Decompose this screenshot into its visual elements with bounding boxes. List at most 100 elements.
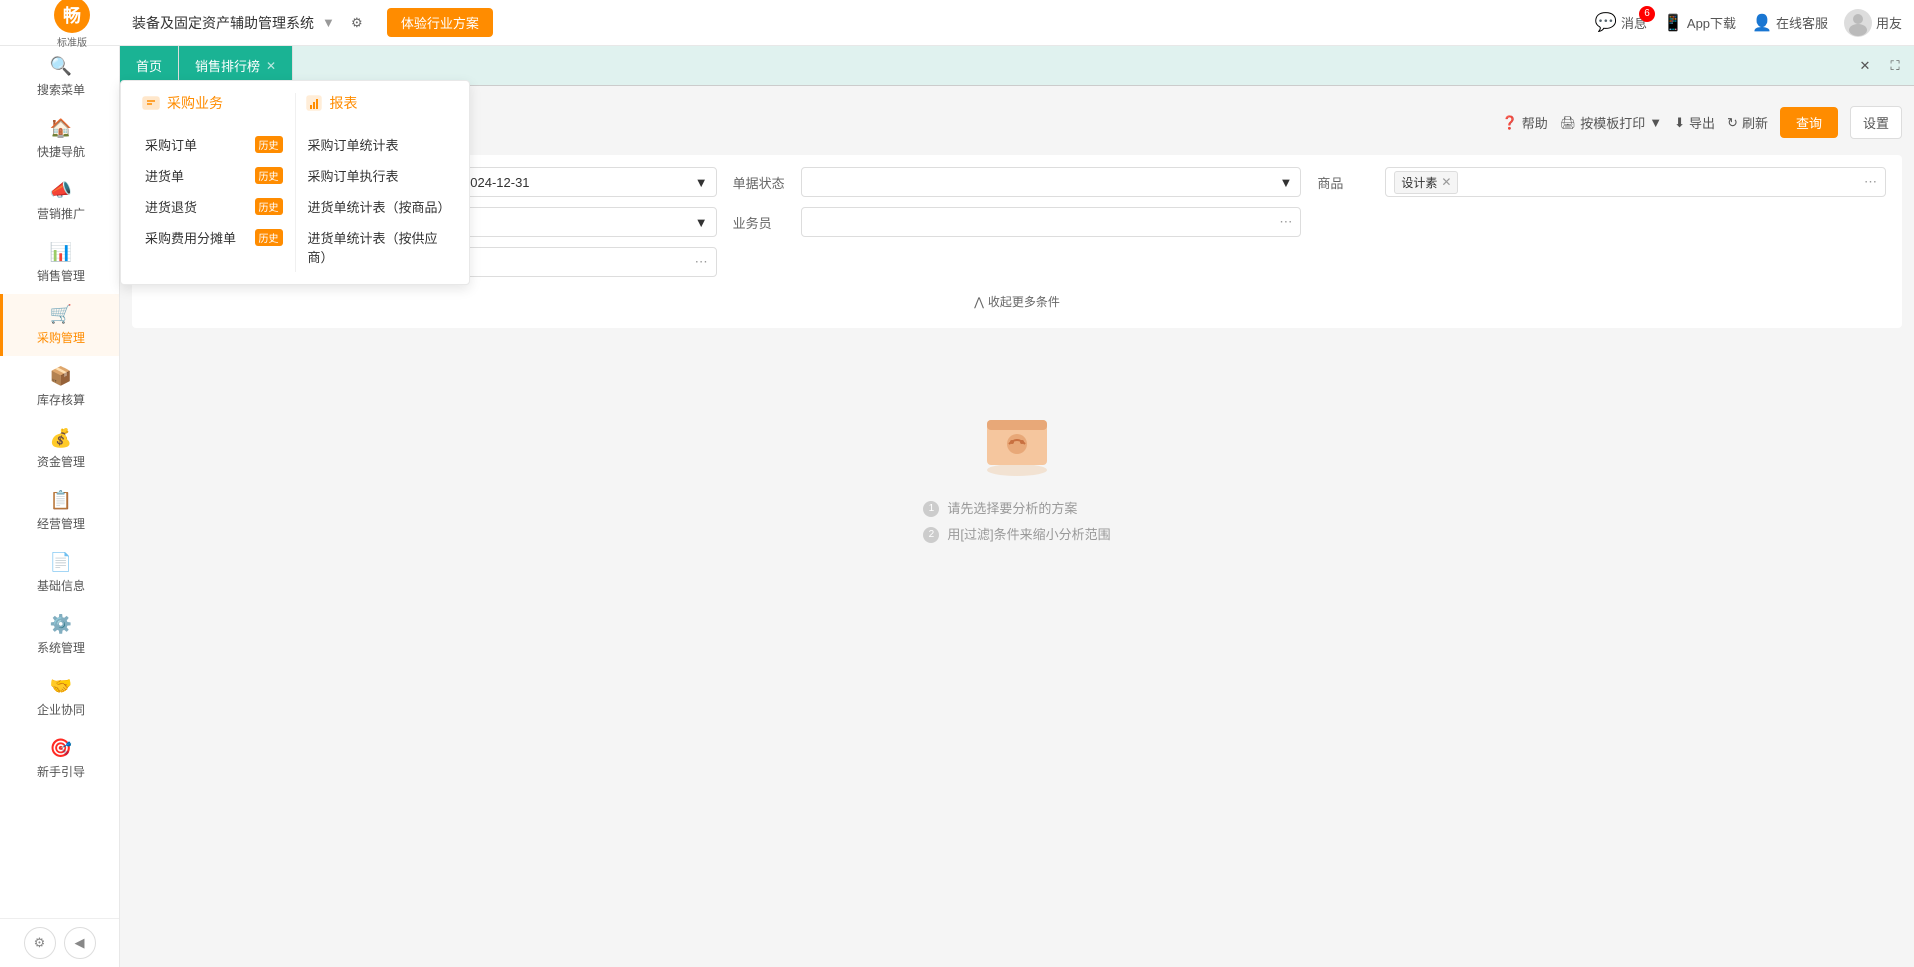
sidebar-item-enterprise[interactable]: 🤝 企业协同 xyxy=(0,666,119,728)
sidebar-item-purchase[interactable]: 🛒 采购管理 xyxy=(0,294,119,356)
help-btn[interactable]: ❓ 帮助 xyxy=(1502,113,1548,132)
sidebar-label-enterprise: 企业协同 xyxy=(37,701,85,718)
title-dropdown-arrow[interactable]: ▼ xyxy=(322,15,335,30)
export-btn[interactable]: ⬇ 导出 xyxy=(1674,113,1715,132)
app-download-label: App下载 xyxy=(1687,13,1736,32)
sidebar-label-inventory: 库存核算 xyxy=(37,391,85,408)
salesperson-control[interactable]: ⋯ xyxy=(801,207,1302,237)
sidebar-label-operations: 经营管理 xyxy=(37,515,85,532)
refresh-icon: ↻ xyxy=(1727,115,1738,131)
sidebar-item-system[interactable]: ⚙️ 系统管理 xyxy=(0,604,119,666)
bill-status-label: 单据状态 xyxy=(733,173,793,192)
user-label: 用友 xyxy=(1876,13,1902,32)
print-icon: 🖨 xyxy=(1560,115,1577,131)
goods-tag-close[interactable]: ✕ xyxy=(1441,175,1451,189)
menu-col-purchase: 采购业务 采购订单 历史 进货单 历史 进货退货 历史 采购费用分摊单 历史 xyxy=(133,93,295,272)
tab-actions: ✕ ⛶ xyxy=(1846,46,1914,85)
funds-icon: 💰 xyxy=(50,428,72,449)
sidebar-item-marketing[interactable]: 📣 营销推广 xyxy=(0,170,119,232)
settings-icon-btn[interactable]: ⚙ xyxy=(343,9,371,37)
marketing-icon: 📣 xyxy=(50,180,72,201)
system-title: 装备及固定资产辅助管理系统 xyxy=(132,13,314,33)
customer-dots[interactable]: ⋯ xyxy=(695,254,708,270)
menu-item-purchase-expense[interactable]: 采购费用分摊单 历史 xyxy=(141,222,287,253)
top-header: 畅 标准版 装备及固定资产辅助管理系统 ▼ ⚙ 体验行业方案 💬 6 消息 📱 … xyxy=(0,0,1914,46)
tab-close-icon[interactable]: ✕ xyxy=(266,59,276,73)
settings-btn[interactable]: 设置 xyxy=(1850,106,1902,139)
header-right: 💬 6 消息 📱 App下载 👤 在线客服 用友 xyxy=(1595,9,1902,37)
collapse-btn[interactable]: ⋀ 收起更多条件 xyxy=(968,287,1066,316)
tab-home-label: 首页 xyxy=(136,56,162,75)
user-menu[interactable]: 用友 xyxy=(1844,9,1902,37)
menu-item-purchase-receipt[interactable]: 进货单 历史 xyxy=(141,160,287,191)
sidebar-item-operations[interactable]: 📋 经营管理 xyxy=(0,480,119,542)
hint-num-2: 2 xyxy=(923,527,939,543)
empty-hint: 1 请先选择要分析的方案 2 用[过滤]条件来缩小分析范围 xyxy=(923,496,1110,548)
sidebar-label-guide: 新手引导 xyxy=(37,763,85,780)
goods-filter: 商品 设计素 ✕ ⋯ xyxy=(1317,167,1886,197)
sidebar-label-sales: 销售管理 xyxy=(37,267,85,284)
online-service-btn[interactable]: 👤 在线客服 xyxy=(1752,13,1828,33)
logo-area: 畅 标准版 xyxy=(12,0,132,49)
sidebar-item-basic-info[interactable]: 📄 基础信息 xyxy=(0,542,119,604)
sidebar-label-search: 搜索菜单 xyxy=(37,81,85,98)
app-download-btn[interactable]: 📱 App下载 xyxy=(1663,13,1736,33)
inventory-icon: 📦 xyxy=(50,366,72,387)
export-icon: ⬇ xyxy=(1674,115,1685,131)
empty-state: 1 请先选择要分析的方案 2 用[过滤]条件来缩小分析范围 xyxy=(132,340,1902,608)
menu-item-po-exec[interactable]: 采购订单执行表 xyxy=(304,160,450,191)
salesperson-dots[interactable]: ⋯ xyxy=(1279,214,1292,230)
tab-close-all-btn[interactable]: ✕ xyxy=(1854,55,1876,77)
tab-spacer xyxy=(293,46,1846,85)
sidebar-label-system: 系统管理 xyxy=(37,639,85,656)
menu-item-purchase-order[interactable]: 采购订单 历史 xyxy=(141,129,287,160)
sidebar-collapse-btn[interactable]: ◀ xyxy=(64,927,96,959)
message-badge: 6 xyxy=(1639,6,1655,22)
user-avatar xyxy=(1844,9,1872,37)
sidebar-item-sales[interactable]: 📊 销售管理 xyxy=(0,232,119,294)
sidebar-item-funds[interactable]: 💰 资金管理 xyxy=(0,418,119,480)
bill-status-filter: 单据状态 ▼ xyxy=(733,167,1302,197)
sidebar-item-quick-nav[interactable]: 🏠 快捷导航 xyxy=(0,108,119,170)
sidebar-label-purchase: 采购管理 xyxy=(37,329,85,346)
date-chevron: ▼ xyxy=(695,175,708,190)
sidebar-item-guide[interactable]: 🎯 新手引导 xyxy=(0,728,119,790)
sales-icon: 📊 xyxy=(50,242,72,263)
sidebar-item-inventory[interactable]: 📦 库存核算 xyxy=(0,356,119,418)
purchase-dropdown-menu: 采购业务 采购订单 历史 进货单 历史 进货退货 历史 采购费用分摊单 历史 xyxy=(120,80,470,285)
operations-icon: 📋 xyxy=(50,490,72,511)
sidebar-settings-btn[interactable]: ⚙ xyxy=(24,927,56,959)
hist-badge-expense: 历史 xyxy=(255,229,283,246)
logo-icon: 畅 xyxy=(54,0,90,33)
collapse-row: ⋀ 收起更多条件 xyxy=(148,287,1886,316)
bill-status-control[interactable]: ▼ xyxy=(801,167,1302,197)
refresh-btn[interactable]: ↻ 刷新 xyxy=(1727,113,1768,132)
tab-maximize-btn[interactable]: ⛶ xyxy=(1884,55,1906,77)
hint-item-2: 2 用[过滤]条件来缩小分析范围 xyxy=(923,522,1110,548)
goods-dots[interactable]: ⋯ xyxy=(1864,174,1877,190)
empty-illustration xyxy=(967,400,1067,480)
sidebar-label-quick-nav: 快捷导航 xyxy=(37,143,85,160)
sidebar-label-basic-info: 基础信息 xyxy=(37,577,85,594)
hint-item-1: 1 请先选择要分析的方案 xyxy=(923,496,1110,522)
menu-item-receipt-by-goods[interactable]: 进货单统计表（按商品） xyxy=(304,191,450,222)
report-section-header: 报表 xyxy=(304,93,450,119)
salesperson-filter: 业务员 ⋯ xyxy=(733,207,1302,237)
purchase-section-header: 采购业务 xyxy=(141,93,287,119)
hist-badge-purchase-order: 历史 xyxy=(255,136,283,153)
hint-num-1: 1 xyxy=(923,501,939,517)
message-btn[interactable]: 💬 6 消息 xyxy=(1595,12,1647,33)
menu-item-po-stats[interactable]: 采购订单统计表 xyxy=(304,129,450,160)
print-btn[interactable]: 🖨 按模板打印 ▼ xyxy=(1560,113,1662,132)
menu-item-purchase-return[interactable]: 进货退货 历史 xyxy=(141,191,287,222)
goods-control[interactable]: 设计素 ✕ ⋯ xyxy=(1385,167,1886,197)
goods-tag: 设计素 ✕ xyxy=(1394,171,1458,194)
sidebar-label-funds: 资金管理 xyxy=(37,453,85,470)
sidebar-bottom: ⚙ ◀ xyxy=(0,918,119,967)
menu-item-receipt-by-supplier[interactable]: 进货单统计表（按供应商） xyxy=(304,222,450,272)
industry-btn[interactable]: 体验行业方案 xyxy=(387,8,493,37)
help-icon: ❓ xyxy=(1502,115,1518,131)
guide-icon: 🎯 xyxy=(50,738,72,759)
sidebar-item-search[interactable]: 🔍 搜索菜单 xyxy=(0,46,119,108)
query-btn[interactable]: 查询 xyxy=(1780,107,1838,138)
